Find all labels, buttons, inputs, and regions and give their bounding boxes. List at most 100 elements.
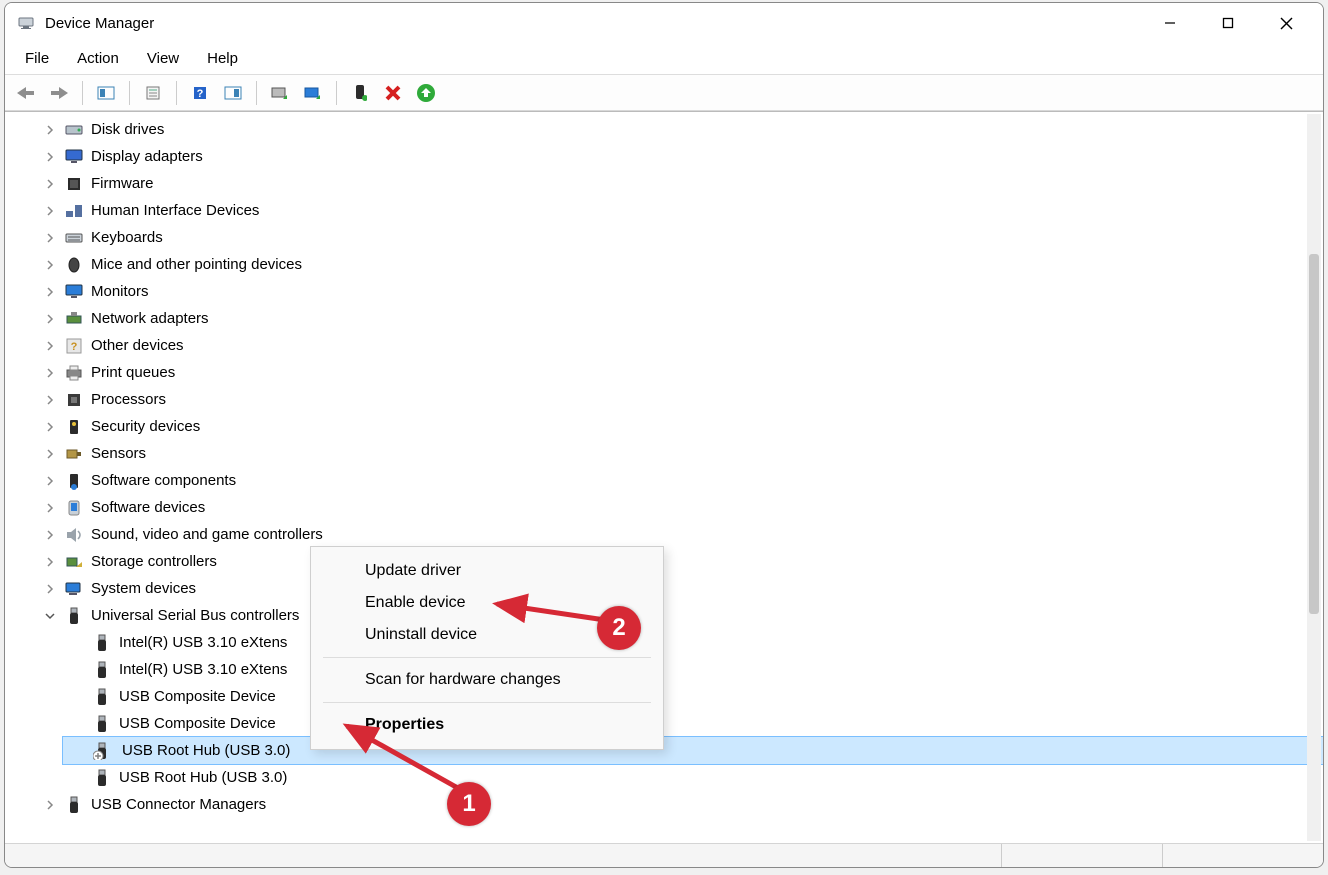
- tree-node[interactable]: Intel(R) USB 3.10 eXtens: [63, 656, 1323, 683]
- chip-icon: [65, 175, 83, 193]
- tree-node[interactable]: Processors: [35, 386, 1323, 413]
- tree-node[interactable]: Storage controllers: [35, 548, 1323, 575]
- tree-node-label: System devices: [91, 580, 196, 597]
- tree-node[interactable]: Software components: [35, 467, 1323, 494]
- tree-node-label: Software devices: [91, 499, 205, 516]
- tree-node[interactable]: Disk drives: [35, 116, 1323, 143]
- expand-icon[interactable]: [43, 474, 57, 488]
- toolbar-separator: [336, 81, 337, 105]
- window-title: Device Manager: [45, 15, 154, 32]
- tree-node-label: Monitors: [91, 283, 149, 300]
- device-icon-button[interactable]: [345, 80, 375, 106]
- back-button[interactable]: [11, 80, 41, 106]
- tree-node[interactable]: Display adapters: [35, 143, 1323, 170]
- expand-icon[interactable]: [43, 366, 57, 380]
- context-menu-update-driver[interactable]: Update driver: [311, 555, 663, 587]
- add-hardware-button[interactable]: [298, 80, 328, 106]
- tree-node-label: Other devices: [91, 337, 184, 354]
- tree-node[interactable]: Print queues: [35, 359, 1323, 386]
- menu-file[interactable]: File: [13, 46, 61, 71]
- usb-icon: [93, 688, 111, 706]
- tree-node[interactable]: USB Connector Managers: [35, 791, 1323, 818]
- usb-icon: [93, 715, 111, 733]
- menu-help[interactable]: Help: [195, 46, 250, 71]
- scrollbar-thumb[interactable]: [1309, 254, 1319, 614]
- vertical-scrollbar[interactable]: [1307, 114, 1321, 841]
- tree-node-label: USB Connector Managers: [91, 796, 266, 813]
- tree-node[interactable]: Intel(R) USB 3.10 eXtens: [63, 629, 1323, 656]
- expand-icon[interactable]: [43, 150, 57, 164]
- system-icon: [65, 580, 83, 598]
- expand-icon[interactable]: [43, 312, 57, 326]
- expand-icon[interactable]: [43, 204, 57, 218]
- device-tree-panel[interactable]: Disk drivesDisplay adapters Firmware Human…: [5, 111, 1323, 843]
- tree-node[interactable]: Mice and other pointing devices: [35, 251, 1323, 278]
- close-button[interactable]: [1257, 7, 1315, 39]
- window-controls: [1141, 7, 1315, 39]
- tree-node[interactable]: USB Composite Device: [63, 683, 1323, 710]
- tree-node-label: USB Composite Device: [119, 688, 276, 705]
- show-hide-console-tree-button[interactable]: [91, 80, 121, 106]
- tree-node[interactable]: USB Root Hub (USB 3.0): [63, 764, 1323, 791]
- softdev-icon: [65, 499, 83, 517]
- expand-icon[interactable]: [43, 798, 57, 812]
- toolbar-separator: [129, 81, 130, 105]
- tree-node[interactable]: Sensors: [35, 440, 1323, 467]
- tree-node[interactable]: Firmware: [35, 170, 1323, 197]
- tree-node[interactable]: Network adapters: [35, 305, 1323, 332]
- storage-icon: [65, 553, 83, 571]
- forward-button[interactable]: [44, 80, 74, 106]
- tree-node[interactable]: Human Interface Devices: [35, 197, 1323, 224]
- tree-node-label: Firmware: [91, 175, 154, 192]
- help-button[interactable]: ?: [185, 80, 215, 106]
- expand-icon[interactable]: [43, 339, 57, 353]
- expand-icon[interactable]: [43, 393, 57, 407]
- hid-icon: [65, 202, 83, 220]
- properties-button[interactable]: [138, 80, 168, 106]
- maximize-button[interactable]: [1199, 7, 1257, 39]
- monitor-icon: [65, 283, 83, 301]
- uninstall-device-button[interactable]: [378, 80, 408, 106]
- status-bar: [5, 843, 1323, 867]
- printer-icon: [65, 364, 83, 382]
- component-icon: [65, 472, 83, 490]
- tree-node[interactable]: ? Other devices: [35, 332, 1323, 359]
- tree-node[interactable]: Software devices: [35, 494, 1323, 521]
- expand-icon[interactable]: [43, 258, 57, 272]
- usb-icon: [65, 796, 83, 814]
- svg-text:?: ?: [71, 341, 78, 353]
- expand-icon[interactable]: [43, 447, 57, 461]
- tree-node[interactable]: Sound, video and game controllers: [35, 521, 1323, 548]
- tree-node[interactable]: Security devices: [35, 413, 1323, 440]
- menu-action[interactable]: Action: [65, 46, 131, 71]
- action-pane-button[interactable]: [218, 80, 248, 106]
- tree-node-label: Universal Serial Bus controllers: [91, 607, 299, 624]
- tree-node[interactable]: System devices: [35, 575, 1323, 602]
- tree-node[interactable]: Keyboards: [35, 224, 1323, 251]
- scan-hardware-changes-button[interactable]: [265, 80, 295, 106]
- expand-icon[interactable]: [43, 420, 57, 434]
- expand-icon[interactable]: [43, 555, 57, 569]
- tree-node-label: Keyboards: [91, 229, 163, 246]
- expand-icon[interactable]: [43, 123, 57, 137]
- tree-node[interactable]: USB Composite Device: [63, 710, 1323, 737]
- enable-device-button[interactable]: [411, 80, 441, 106]
- context-menu-properties[interactable]: Properties: [311, 709, 663, 741]
- expand-icon[interactable]: [43, 285, 57, 299]
- annotation-badge-1: 1: [447, 782, 491, 826]
- collapse-icon[interactable]: [43, 609, 57, 623]
- expand-icon[interactable]: [43, 528, 57, 542]
- tree-node[interactable]: USB Root Hub (USB 3.0): [63, 737, 1323, 764]
- menu-view[interactable]: View: [135, 46, 191, 71]
- minimize-button[interactable]: [1141, 7, 1199, 39]
- tree-node[interactable]: Universal Serial Bus controllers: [35, 602, 1323, 629]
- context-menu-scan-hardware[interactable]: Scan for hardware changes: [311, 664, 663, 696]
- context-menu-separator: [323, 702, 651, 703]
- drive-icon: [65, 121, 83, 139]
- expand-icon[interactable]: [43, 582, 57, 596]
- tree-node-label: Print queues: [91, 364, 175, 381]
- tree-node[interactable]: Monitors: [35, 278, 1323, 305]
- expand-icon[interactable]: [43, 231, 57, 245]
- expand-icon[interactable]: [43, 501, 57, 515]
- expand-icon[interactable]: [43, 177, 57, 191]
